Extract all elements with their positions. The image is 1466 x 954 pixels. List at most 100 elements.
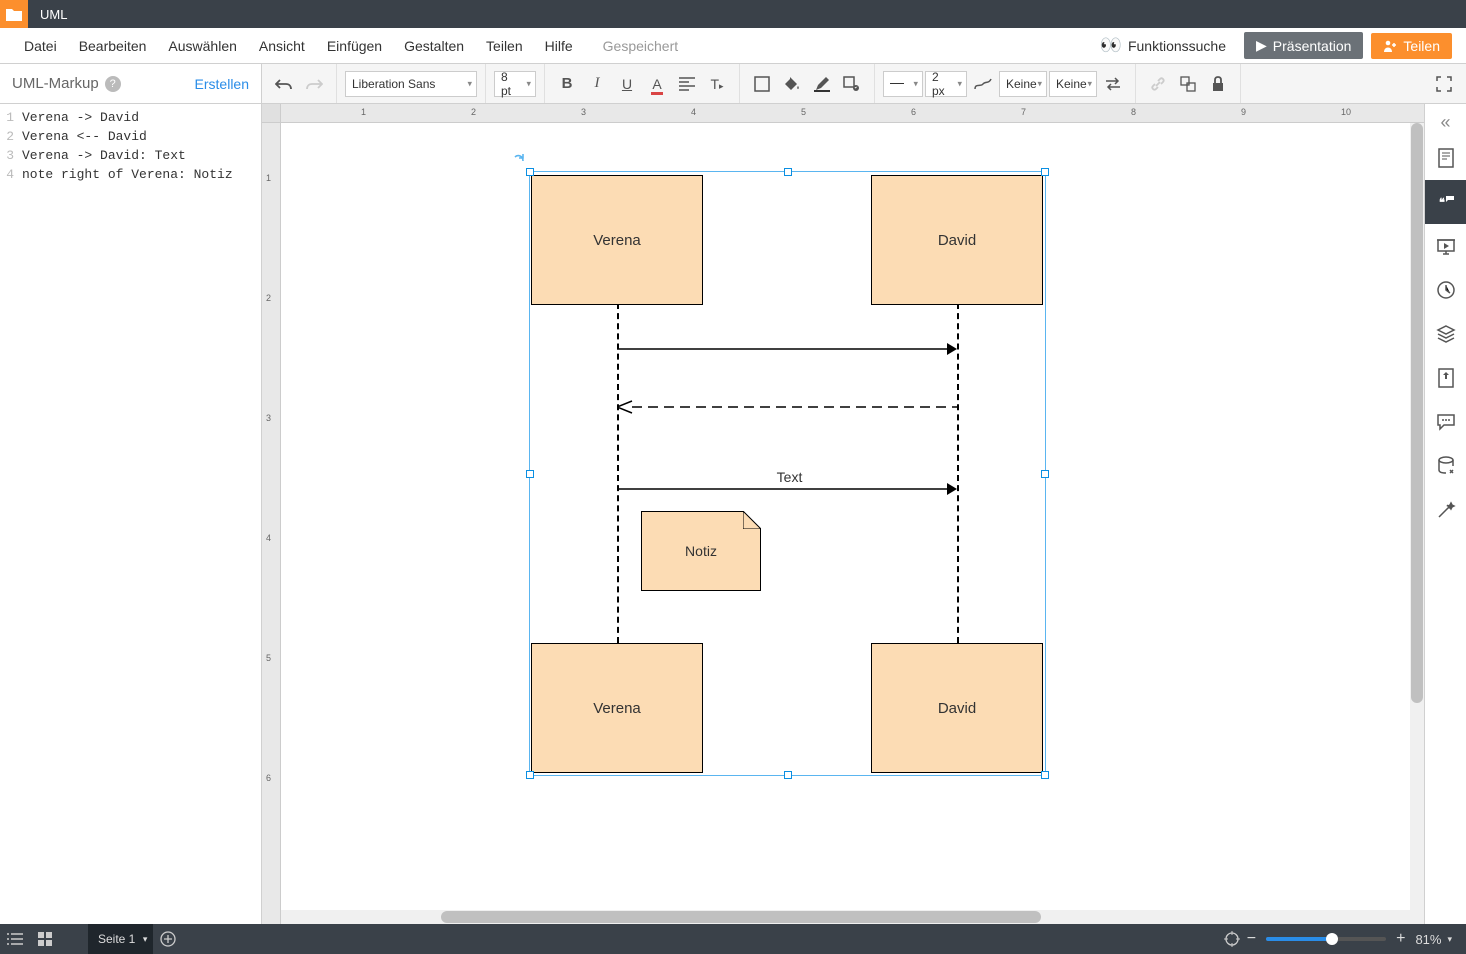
vscroll-thumb[interactable]: [1411, 123, 1423, 703]
page-settings-button[interactable]: [1425, 136, 1466, 180]
outline-button[interactable]: [0, 924, 30, 954]
canvas[interactable]: Verena David Text: [281, 123, 1424, 924]
actor-david-bottom[interactable]: David: [871, 643, 1043, 773]
bold-button[interactable]: B: [553, 70, 581, 98]
font-size-select[interactable]: 8 pt: [494, 71, 536, 97]
selection-handle-e[interactable]: [1041, 470, 1049, 478]
collapse-panel-button[interactable]: «: [1425, 108, 1466, 136]
message-2[interactable]: [617, 399, 962, 415]
border-color-button[interactable]: [808, 70, 836, 98]
menu-file[interactable]: Datei: [14, 33, 67, 59]
svg-text:❝: ❝: [1439, 197, 1445, 209]
status-bar: Seite 1 − + 81% ▾: [0, 924, 1466, 954]
present-label: Präsentation: [1273, 38, 1352, 54]
comments-panel-button[interactable]: ❝: [1425, 180, 1466, 224]
code-line-2: Verena <-- David: [22, 129, 261, 144]
binoculars-icon: 👀: [1100, 35, 1122, 56]
feature-search-label: Funktionssuche: [1128, 38, 1226, 54]
line-width-select[interactable]: 2 px: [925, 71, 967, 97]
help-icon[interactable]: ?: [105, 76, 121, 92]
layers-panel-button[interactable]: [1425, 312, 1466, 356]
share-label: Teilen: [1403, 38, 1440, 54]
menu-share[interactable]: Teilen: [476, 33, 533, 59]
share-button[interactable]: Teilen: [1371, 33, 1452, 59]
link-button[interactable]: [1144, 70, 1172, 98]
menu-bar: Datei Bearbeiten Auswählen Ansicht Einfü…: [0, 28, 1466, 64]
document-title[interactable]: UML: [28, 7, 67, 22]
menu-edit[interactable]: Bearbeiten: [69, 33, 157, 59]
menu-design[interactable]: Gestalten: [394, 33, 474, 59]
selection-handle-n[interactable]: [784, 168, 792, 176]
right-panel: « ❝: [1424, 104, 1466, 924]
presentation-panel-button[interactable]: [1425, 224, 1466, 268]
actor-verena-bottom[interactable]: Verena: [531, 643, 703, 773]
feature-search-button[interactable]: 👀 Funktionssuche: [1090, 30, 1236, 61]
actor-verena-top[interactable]: Verena: [531, 175, 703, 305]
menu-help[interactable]: Hilfe: [535, 33, 583, 59]
code-line-1: Verena -> David: [22, 110, 261, 125]
horizontal-ruler[interactable]: 1 2 3 4 5 6 7 8 9 10: [281, 104, 1424, 123]
magic-panel-button[interactable]: [1425, 488, 1466, 532]
canvas-area: 1 2 3 4 5 6 7 8 9 10 1 2 3 4 5 6: [262, 104, 1424, 924]
menu-view[interactable]: Ansicht: [249, 33, 315, 59]
hscroll-thumb[interactable]: [441, 911, 1041, 923]
add-page-button[interactable]: [153, 924, 183, 954]
line-end-select[interactable]: Keine: [1049, 71, 1097, 97]
person-plus-icon: [1383, 40, 1397, 52]
horizontal-scrollbar[interactable]: [281, 910, 1410, 924]
markup-label: UML-Markup: [12, 75, 99, 92]
selection-handle-s[interactable]: [784, 771, 792, 779]
code-line-3: Verena -> David: Text: [22, 148, 261, 163]
target-button[interactable]: [1217, 924, 1247, 954]
underline-button[interactable]: U: [613, 70, 641, 98]
line-type-button[interactable]: [969, 70, 997, 98]
redo-button[interactable]: [300, 70, 328, 98]
align-button[interactable]: [673, 70, 701, 98]
text-color-button[interactable]: A: [643, 70, 671, 98]
fill-button[interactable]: [748, 70, 776, 98]
grid-view-button[interactable]: [30, 924, 60, 954]
lock-button[interactable]: [1204, 70, 1232, 98]
history-panel-button[interactable]: [1425, 268, 1466, 312]
group-button[interactable]: [1174, 70, 1202, 98]
line-style-select[interactable]: [883, 71, 923, 97]
message-3[interactable]: [617, 481, 962, 497]
database-panel-button[interactable]: [1425, 444, 1466, 488]
zoom-in-button[interactable]: +: [1396, 930, 1405, 948]
chat-panel-button[interactable]: [1425, 400, 1466, 444]
undo-button[interactable]: [270, 70, 298, 98]
page-select[interactable]: Seite 1: [88, 924, 153, 954]
markup-editor[interactable]: 1Verena -> David 2Verena <-- David 3Vere…: [0, 104, 262, 924]
font-select[interactable]: Liberation Sans: [345, 71, 477, 97]
ruler-corner: [262, 104, 281, 123]
message-1[interactable]: [617, 341, 962, 357]
data-panel-button[interactable]: [1425, 356, 1466, 400]
play-icon: ▶: [1256, 37, 1267, 54]
uml-diagram[interactable]: Verena David Text: [529, 173, 1289, 903]
shape-options-button[interactable]: [838, 70, 866, 98]
folder-icon[interactable]: [0, 0, 28, 28]
zoom-value[interactable]: 81%: [1415, 932, 1441, 947]
menu-insert[interactable]: Einfügen: [317, 33, 392, 59]
swap-ends-button[interactable]: [1099, 70, 1127, 98]
italic-button[interactable]: I: [583, 70, 611, 98]
toolbar: UML-Markup ? Erstellen Liberation Sans 8…: [0, 64, 1466, 104]
vertical-ruler[interactable]: 1 2 3 4 5 6: [262, 123, 281, 924]
text-options-button[interactable]: T▸: [703, 70, 731, 98]
paint-bucket-button[interactable]: [778, 70, 806, 98]
markup-panel-header: UML-Markup ? Erstellen: [0, 64, 262, 103]
code-line-4: note right of Verena: Notiz: [22, 167, 261, 182]
rotate-handle[interactable]: [512, 154, 526, 168]
zoom-slider[interactable]: [1266, 937, 1386, 941]
present-button[interactable]: ▶ Präsentation: [1244, 32, 1363, 59]
line-start-select[interactable]: Keine: [999, 71, 1047, 97]
actor-david-top[interactable]: David: [871, 175, 1043, 305]
note-box[interactable]: Notiz: [641, 511, 761, 591]
zoom-out-button[interactable]: −: [1247, 930, 1256, 948]
vertical-scrollbar[interactable]: [1410, 123, 1424, 924]
title-bar: UML: [0, 0, 1466, 28]
selection-handle-w[interactable]: [526, 470, 534, 478]
menu-select[interactable]: Auswählen: [158, 33, 247, 59]
fullscreen-button[interactable]: [1430, 70, 1458, 98]
create-button[interactable]: Erstellen: [195, 76, 249, 92]
